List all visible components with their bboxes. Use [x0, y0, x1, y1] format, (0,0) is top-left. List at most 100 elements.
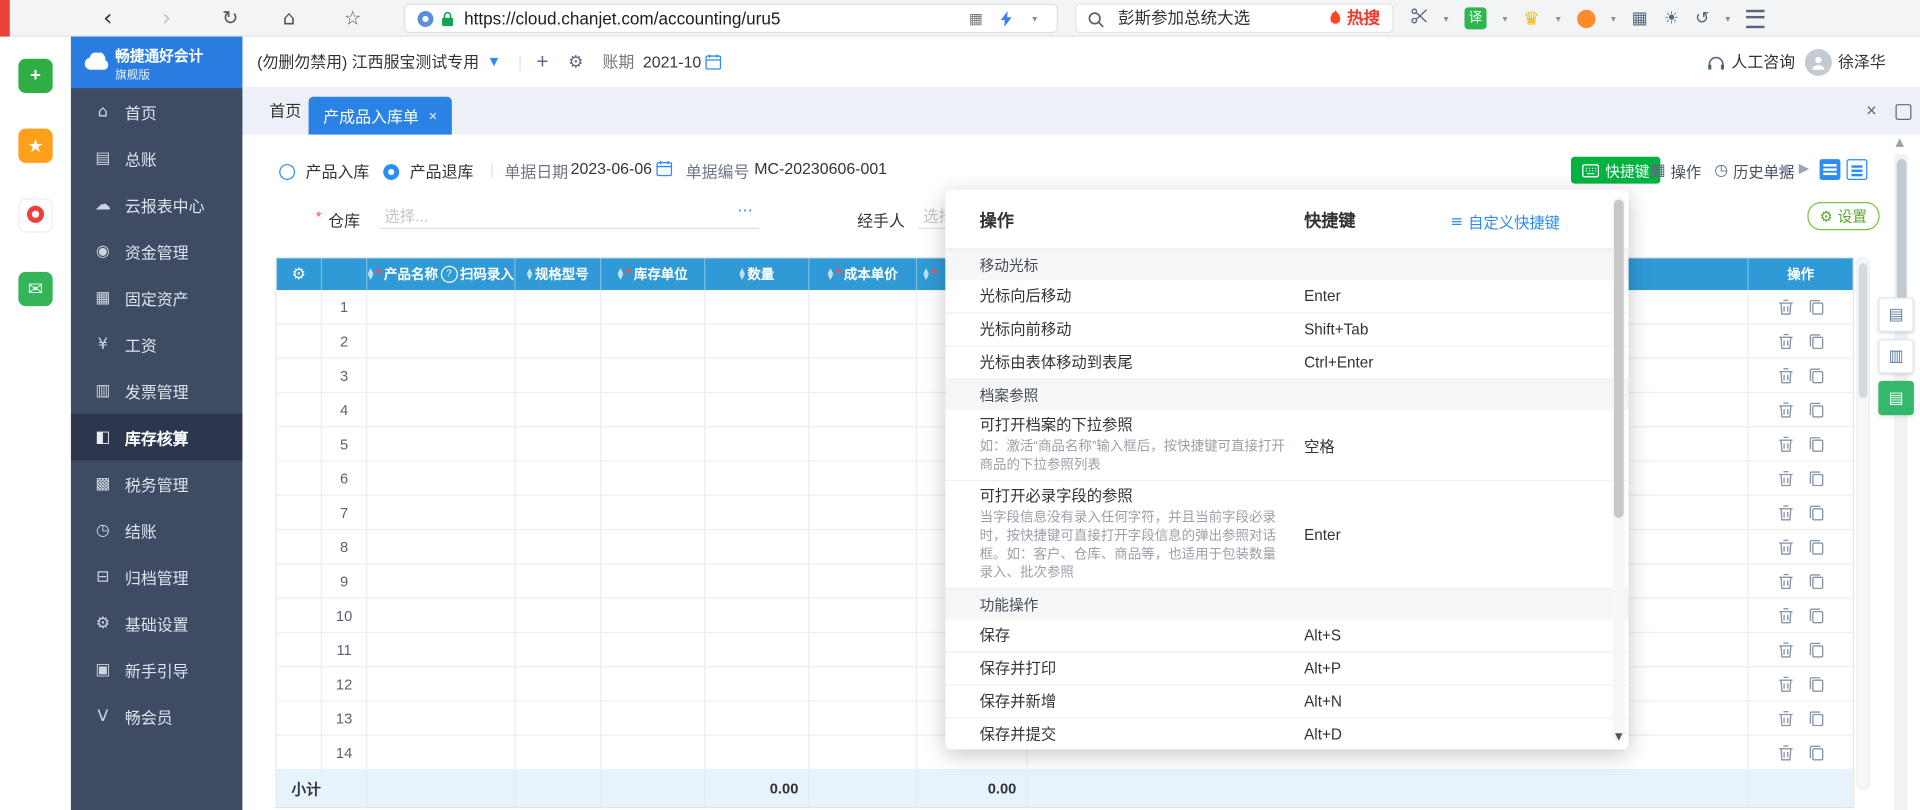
cell-unit[interactable] — [601, 358, 706, 392]
tab-home[interactable]: 首页 — [257, 88, 313, 135]
row-gear-cell[interactable] — [277, 667, 323, 701]
cell-spec[interactable] — [516, 735, 602, 769]
delete-row-icon[interactable] — [1777, 332, 1793, 349]
cell-spec[interactable] — [516, 461, 602, 495]
cell-product[interactable] — [367, 358, 516, 392]
cell-spec[interactable] — [516, 701, 602, 735]
column-settings-gear-icon[interactable]: ⚙ — [277, 258, 323, 291]
home-icon[interactable]: ⌂ — [277, 0, 301, 37]
cell-unit[interactable] — [601, 324, 706, 358]
copy-row-icon[interactable] — [1808, 298, 1824, 315]
cell-unit[interactable] — [601, 495, 706, 529]
radio-icon-selected[interactable] — [383, 164, 400, 180]
wallet-icon[interactable] — [1576, 9, 1595, 28]
cell-qty[interactable] — [705, 427, 810, 461]
wallet-dropdown-icon[interactable]: ▾ — [1611, 13, 1616, 24]
delete-row-icon[interactable] — [1777, 744, 1793, 761]
side-tool-chart-icon[interactable]: ▥ — [1878, 339, 1914, 374]
cell-product[interactable] — [367, 701, 516, 735]
browser-search-box[interactable]: 彭斯参加总统大选 热搜 — [1075, 3, 1394, 34]
cell-price[interactable] — [809, 427, 918, 461]
row-gear-cell[interactable] — [277, 495, 323, 529]
cell-spec[interactable] — [516, 427, 602, 461]
sidebar-item-fixed-assets[interactable]: ▦ 固定资产 — [71, 274, 242, 321]
shortcut-keys-button[interactable]: 快捷键 — [1571, 156, 1661, 184]
cell-unit[interactable] — [601, 667, 706, 701]
header-price[interactable]: ▲ ▼ * 成本单价 — [809, 258, 918, 291]
lightning-icon[interactable] — [1000, 11, 1012, 33]
vip-crown-icon[interactable]: ♛ — [1523, 7, 1539, 29]
row-gear-cell[interactable] — [277, 324, 323, 358]
delete-row-icon[interactable] — [1777, 401, 1793, 418]
cell-qty[interactable] — [705, 290, 810, 324]
bookmark-star-icon[interactable]: ☆ — [340, 0, 364, 37]
sidebar-item-basic-settings[interactable]: ⚙ 基础设置 — [71, 600, 242, 647]
cell-price[interactable] — [809, 358, 918, 392]
cell-unit[interactable] — [601, 598, 706, 632]
delete-row-icon[interactable] — [1777, 641, 1793, 658]
sidebar-item-membership[interactable]: Ⅴ 畅会员 — [71, 693, 242, 740]
row-gear-cell[interactable] — [277, 530, 323, 564]
cell-product[interactable] — [367, 667, 516, 701]
cell-spec[interactable] — [516, 598, 602, 632]
copy-row-icon[interactable] — [1808, 538, 1824, 555]
cell-spec[interactable] — [516, 530, 602, 564]
table-scrollbar[interactable] — [1856, 257, 1870, 790]
sidebar-item-closing[interactable]: ◷ 结账 — [71, 507, 242, 554]
cell-unit[interactable] — [601, 290, 706, 324]
cell-spec[interactable] — [516, 324, 602, 358]
cell-spec[interactable] — [516, 358, 602, 392]
cell-product[interactable] — [367, 495, 516, 529]
sidebar-item-invoices[interactable]: ▥ 发票管理 — [71, 367, 242, 414]
header-product[interactable]: ▲ ▼ * 产品名称 ? 扫码录入 — [367, 258, 516, 291]
fullscreen-icon[interactable] — [1895, 104, 1912, 120]
sidebar-item-home[interactable]: ⌂ 首页 — [71, 88, 242, 135]
detail-view-toggle[interactable] — [1846, 159, 1868, 180]
delete-row-icon[interactable] — [1777, 572, 1793, 589]
delete-row-icon[interactable] — [1777, 504, 1793, 521]
warehouse-field[interactable]: 选择... ⋯ — [379, 198, 760, 229]
row-gear-cell[interactable] — [277, 290, 323, 324]
cell-product[interactable] — [367, 633, 516, 667]
translate-icon[interactable]: 译 — [1464, 7, 1487, 30]
operation-menu-button[interactable]: ▦ 操作 — [1651, 157, 1702, 184]
apps-grid-icon[interactable]: ▦ — [1632, 9, 1648, 29]
quick-plus-icon[interactable]: + — [18, 58, 53, 94]
cell-qty[interactable] — [705, 530, 810, 564]
account-dropdown-icon[interactable]: ▼ — [490, 37, 498, 88]
support-link[interactable]: 人工咨询 — [1731, 37, 1795, 88]
sidebar-item-general-ledger[interactable]: ▤ 总账 — [71, 135, 242, 182]
cell-price[interactable] — [809, 495, 918, 529]
copy-row-icon[interactable] — [1808, 641, 1824, 658]
cell-product[interactable] — [367, 735, 516, 769]
cell-price[interactable] — [809, 667, 918, 701]
cell-qty[interactable] — [705, 598, 810, 632]
cell-product[interactable] — [367, 324, 516, 358]
copy-row-icon[interactable] — [1808, 572, 1824, 589]
delete-row-icon[interactable] — [1777, 607, 1793, 624]
row-gear-cell[interactable] — [277, 427, 323, 461]
cell-unit[interactable] — [601, 461, 706, 495]
row-gear-cell[interactable] — [277, 598, 323, 632]
cell-price[interactable] — [809, 735, 918, 769]
cell-price[interactable] — [809, 290, 918, 324]
cell-price[interactable] — [809, 633, 918, 667]
close-all-tabs-icon[interactable]: × — [1866, 88, 1877, 135]
scissors-dropdown-icon[interactable]: ▾ — [1444, 13, 1449, 24]
copy-row-icon[interactable] — [1808, 332, 1824, 349]
row-gear-cell[interactable] — [277, 358, 323, 392]
customize-shortcuts-link[interactable]: ≡ 自定义快捷键 — [1450, 209, 1560, 232]
cell-qty[interactable] — [705, 667, 810, 701]
grid-settings-button[interactable]: ⚙ 设置 — [1807, 202, 1880, 231]
translate-dropdown-icon[interactable]: ▾ — [1502, 13, 1507, 24]
address-bar[interactable]: https://cloud.chanjet.com/accounting/uru… — [404, 3, 1058, 34]
theme-icon[interactable]: ☀ — [1664, 9, 1679, 29]
cell-price[interactable] — [809, 324, 918, 358]
sidebar-item-guide[interactable]: ▣ 新手引导 — [71, 647, 242, 694]
cell-unit[interactable] — [601, 393, 706, 427]
dialog-scroll-thumb[interactable] — [1613, 199, 1624, 518]
delete-row-icon[interactable] — [1777, 710, 1793, 727]
side-tool-notes-icon[interactable]: ▤ — [1878, 297, 1914, 332]
radio-icon-unselected[interactable] — [279, 164, 296, 180]
add-account-icon[interactable]: + — [536, 37, 548, 88]
